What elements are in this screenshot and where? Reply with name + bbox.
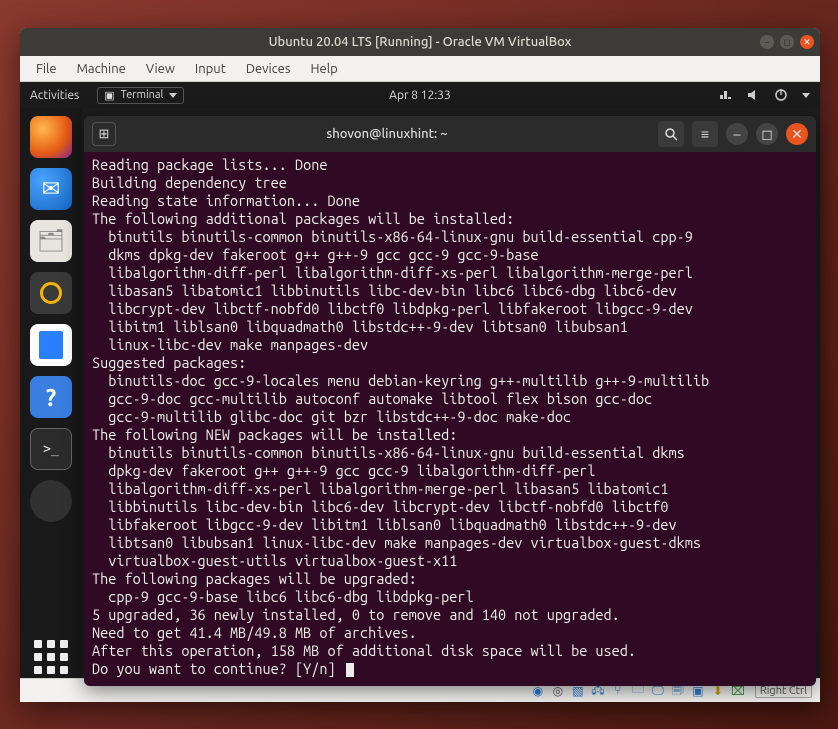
- rhythmbox-icon[interactable]: [30, 272, 72, 314]
- gnome-dock: ✉ 🗂 ? >_: [20, 108, 82, 678]
- menu-file[interactable]: File: [28, 60, 65, 78]
- minimize-button[interactable]: –: [760, 35, 774, 49]
- terminal-small-icon: ▣: [104, 89, 114, 102]
- terminal-maximize-button[interactable]: ◻: [756, 123, 778, 145]
- system-menu-chevron-icon[interactable]: [802, 93, 810, 98]
- disk-icon[interactable]: [30, 480, 72, 522]
- vm-menubar: File Machine View Input Devices Help: [20, 56, 820, 82]
- topbar-app-name: Terminal: [121, 89, 164, 101]
- terminal-window: ⊞ shovon@linuxhint: ~ ≡ – ◻ ✕ Reading pa…: [84, 116, 816, 686]
- virtualbox-window: Ubuntu 20.04 LTS [Running] - Oracle VM V…: [20, 28, 820, 702]
- menu-help[interactable]: Help: [303, 60, 346, 78]
- show-applications-button[interactable]: [30, 636, 72, 678]
- terminal-launcher-icon[interactable]: >_: [30, 428, 72, 470]
- writer-icon[interactable]: [30, 324, 72, 366]
- terminal-close-button[interactable]: ✕: [786, 123, 808, 145]
- topbar-app-menu[interactable]: ▣ Terminal: [97, 87, 184, 104]
- firefox-icon[interactable]: [30, 116, 72, 158]
- menu-machine[interactable]: Machine: [69, 60, 134, 78]
- power-icon[interactable]: [774, 88, 788, 102]
- vm-titlebar[interactable]: Ubuntu 20.04 LTS [Running] - Oracle VM V…: [20, 28, 820, 56]
- help-icon[interactable]: ?: [30, 376, 72, 418]
- gnome-topbar: Activities ▣ Terminal Apr 8 12:33: [20, 82, 820, 108]
- chevron-down-icon: [169, 93, 177, 98]
- close-button[interactable]: ✕: [800, 35, 814, 49]
- files-icon[interactable]: 🗂: [30, 220, 72, 262]
- terminal-headerbar[interactable]: ⊞ shovon@linuxhint: ~ ≡ – ◻ ✕: [84, 116, 816, 152]
- topbar-clock[interactable]: Apr 8 12:33: [389, 89, 451, 102]
- terminal-output[interactable]: Reading package lists... Done Building d…: [84, 152, 816, 686]
- search-button[interactable]: [658, 121, 684, 147]
- volume-icon[interactable]: [746, 88, 760, 102]
- activities-button[interactable]: Activities: [30, 89, 79, 102]
- vm-title: Ubuntu 20.04 LTS [Running] - Oracle VM V…: [269, 35, 572, 49]
- menu-view[interactable]: View: [138, 60, 183, 78]
- menu-devices[interactable]: Devices: [238, 60, 299, 78]
- guest-screen: Activities ▣ Terminal Apr 8 12:33: [20, 82, 820, 678]
- maximize-button[interactable]: ◻: [780, 35, 794, 49]
- terminal-title: shovon@linuxhint: ~: [124, 127, 650, 141]
- terminal-minimize-button[interactable]: –: [726, 123, 748, 145]
- menu-input[interactable]: Input: [187, 60, 234, 78]
- hamburger-menu-button[interactable]: ≡: [692, 121, 718, 147]
- thunderbird-icon[interactable]: ✉: [30, 168, 72, 210]
- new-tab-button[interactable]: ⊞: [92, 122, 116, 146]
- network-icon[interactable]: [718, 88, 732, 102]
